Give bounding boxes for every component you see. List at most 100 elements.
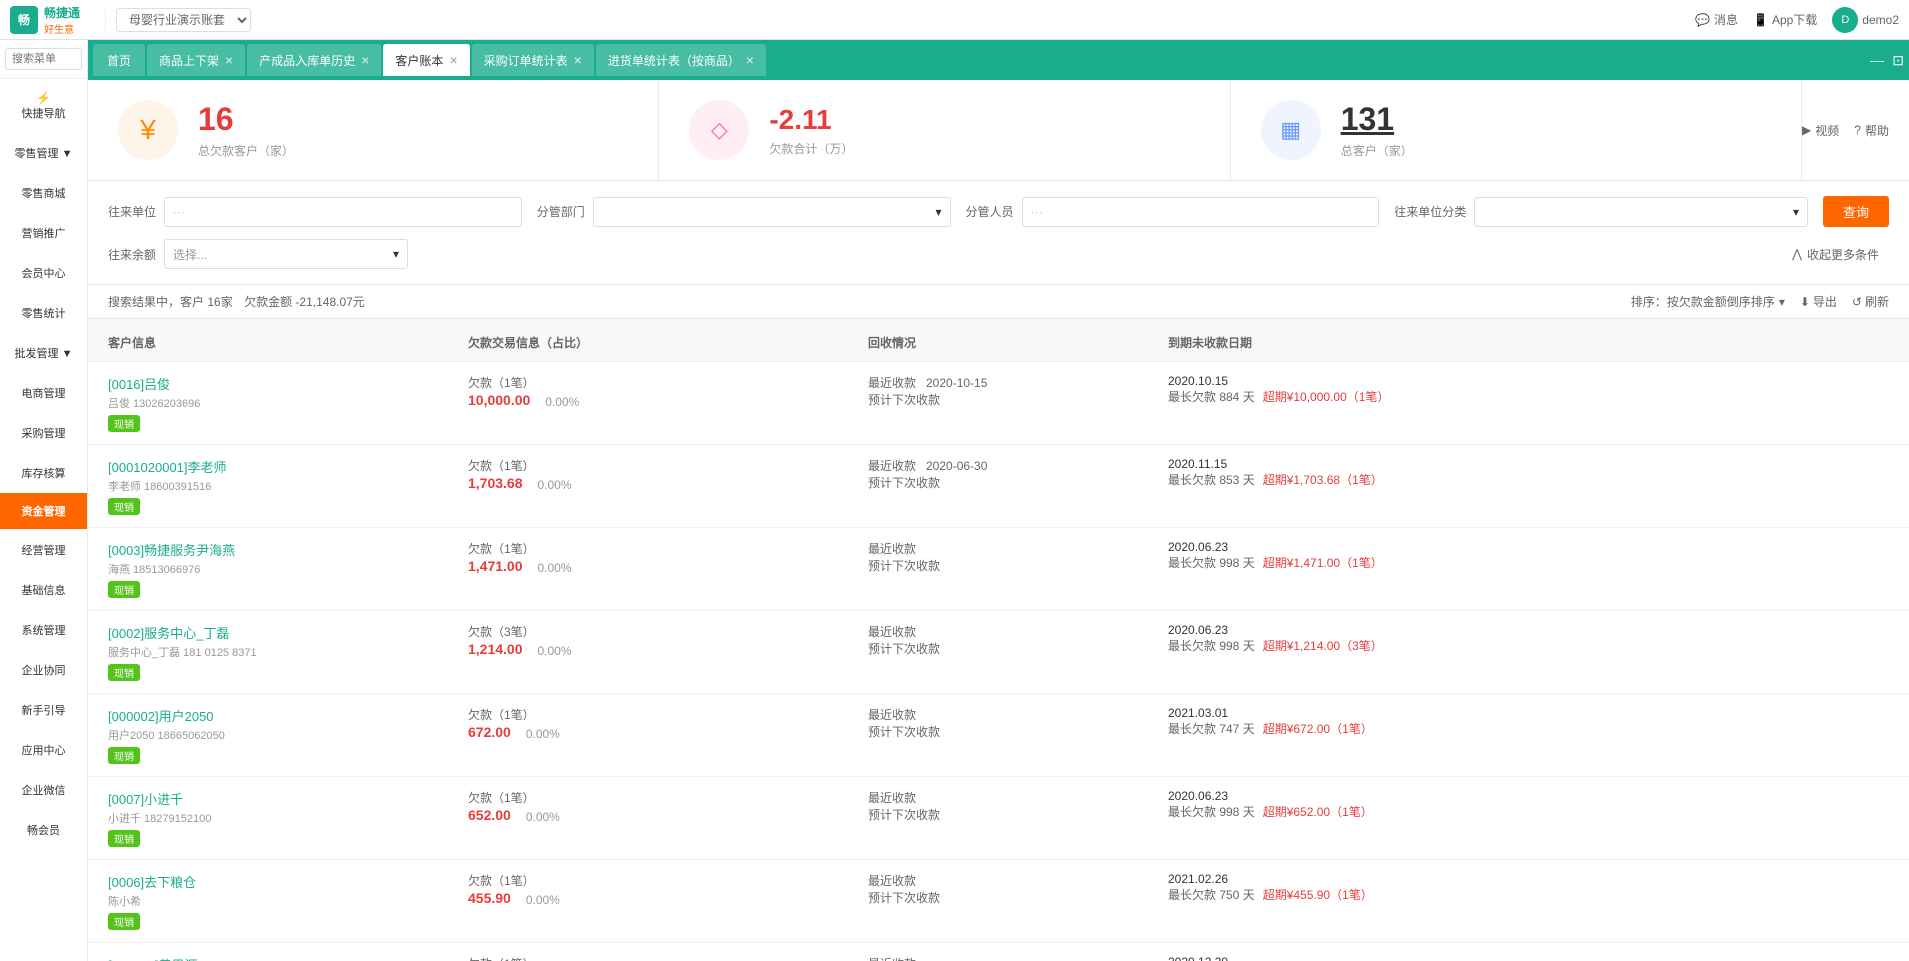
app-download-btn[interactable]: 📱 App下载 xyxy=(1753,11,1817,28)
view-btn[interactable]: ▶ 视频 xyxy=(1802,122,1839,139)
sidebar-item-batch-mgmt[interactable]: 批发管理 ▼ xyxy=(0,333,87,373)
overdue-link-4[interactable]: 超期¥1,214.00（3笔） xyxy=(1263,637,1383,654)
minimize-icon[interactable]: — xyxy=(1870,52,1884,68)
tab-bar: 首页 商品上下架 × 产成品入库单历史 × 客户账本 × 采购订单统计表 × xyxy=(88,40,1909,80)
company-selector[interactable]: 母婴行业演示账套 xyxy=(116,8,251,32)
payment-cell-3: 最近收款 预计下次收款 xyxy=(868,540,1168,598)
top-bar: 畅 畅捷通 好生意 母婴行业演示账套 💬 消息 📱 App下载 D demo2 xyxy=(0,0,1909,40)
col-debt-info: 欠款交易信息（占比） xyxy=(468,334,868,351)
sidebar-item-enterprise[interactable]: 企业协同 xyxy=(0,650,87,690)
stat-icon-debt: ¥ xyxy=(118,100,178,160)
due-cell-5: 2021.03.01 最长欠款 747 天 超期¥672.00（1笔） xyxy=(1168,706,1889,764)
top-bar-right: 💬 消息 📱 App下载 D demo2 xyxy=(1695,7,1899,33)
sidebar-item-retail-mgmt[interactable]: 零售管理 ▼ xyxy=(0,133,87,173)
filter-row-1: 往来单位 ··· 分管部门 ▾ xyxy=(108,196,1889,227)
tab-purchase-order[interactable]: 采购订单统计表 × xyxy=(472,44,594,76)
result-actions: 排序：按欠款金额倒序排序 ▾ ⬇ 导出 ↺ 刷新 xyxy=(1631,293,1889,310)
customer-link-7[interactable]: [0006]去下粮仓 xyxy=(108,875,196,890)
sidebar-item-newguide[interactable]: 新手引导 xyxy=(0,690,87,730)
maximize-icon[interactable]: ⊡ xyxy=(1892,52,1904,69)
sidebar-search-input[interactable] xyxy=(5,48,82,70)
debt-cell-3: 欠款（1笔） 1,471.00 0.00% xyxy=(468,540,868,598)
overdue-link-5[interactable]: 超期¥672.00（1笔） xyxy=(1263,720,1373,737)
export-btn[interactable]: ⬇ 导出 xyxy=(1800,293,1837,310)
customer-link-5[interactable]: [000002]用户2050 xyxy=(108,709,214,724)
dept-select[interactable]: ▾ xyxy=(593,197,951,227)
sidebar-item-basic[interactable]: 基础信息 xyxy=(0,570,87,610)
customer-phone-7: 陈小希 xyxy=(108,893,468,909)
sidebar-item-member[interactable]: 会员中心 xyxy=(0,253,87,293)
message-btn[interactable]: 💬 消息 xyxy=(1695,11,1738,28)
sidebar-item-business[interactable]: 经营管理 xyxy=(0,530,87,570)
app-sub: 好生意 xyxy=(44,21,80,36)
tab-bar-actions: — ⊡ xyxy=(1870,52,1904,69)
balance-select[interactable]: 选择... ▾ xyxy=(164,239,408,269)
overdue-link-3[interactable]: 超期¥1,471.00（1笔） xyxy=(1263,554,1383,571)
tab-close-purchase-stats[interactable]: × xyxy=(746,52,754,68)
debt-cell-5: 欠款（1笔） 672.00 0.00% xyxy=(468,706,868,764)
refresh-btn[interactable]: ↺ 刷新 xyxy=(1852,293,1889,310)
from-unit-label: 往来单位 xyxy=(108,203,156,220)
view-icon: ▶ xyxy=(1802,123,1811,137)
table-row: [0001020001]李老师 李老师 18600391516 现销 欠款（1笔… xyxy=(88,445,1909,528)
tab-close-product-listing[interactable]: × xyxy=(225,52,233,68)
customer-link-2[interactable]: [0001020001]李老师 xyxy=(108,460,227,475)
tab-product-listing[interactable]: 商品上下架 × xyxy=(147,44,245,76)
sidebar-item-retail-stats[interactable]: 零售统计 xyxy=(0,293,87,333)
sidebar-item-inventory[interactable]: 库存核算 xyxy=(0,453,87,493)
overdue-link-1[interactable]: 超期¥10,000.00（1笔） xyxy=(1263,388,1390,405)
stat-label-debt-customers: 总欠款客户（家） xyxy=(198,142,294,159)
payment-cell-4: 最近收款 预计下次收款 xyxy=(868,623,1168,681)
due-cell-1: 2020.10.15 最长欠款 884 天 超期¥10,000.00（1笔） xyxy=(1168,374,1889,432)
from-unit-input[interactable]: ··· xyxy=(164,197,522,227)
main-content: ¥ 16 总欠款客户（家） ◇ -2.11 欠款合计（万） xyxy=(88,80,1909,961)
sidebar-item-ecommerce[interactable]: 电商管理 xyxy=(0,373,87,413)
manager-input[interactable]: ··· xyxy=(1022,197,1380,227)
due-cell-4: 2020.06.23 最长欠款 998 天 超期¥1,214.00（3笔） xyxy=(1168,623,1889,681)
overdue-link-2[interactable]: 超期¥1,703.68（1笔） xyxy=(1263,471,1383,488)
help-btn[interactable]: ? 帮助 xyxy=(1854,122,1889,139)
sidebar-item-appcenter[interactable]: 应用中心 xyxy=(0,730,87,770)
sidebar-item-marketing[interactable]: 营销推广 xyxy=(0,213,87,253)
sidebar-item-quick-nav[interactable]: ⚡ 快捷导航 xyxy=(0,79,87,133)
tab-close-customer-account[interactable]: × xyxy=(449,52,457,68)
overdue-link-6[interactable]: 超期¥652.00（1笔） xyxy=(1263,803,1373,820)
sort-selector[interactable]: 排序：按欠款金额倒序排序 ▾ xyxy=(1631,293,1785,310)
filter-manager: 分管人员 ··· xyxy=(966,197,1380,227)
quick-nav-icon: ⚡ xyxy=(36,91,51,105)
tab-home[interactable]: 首页 xyxy=(93,44,145,76)
unit-category-select[interactable]: ▾ xyxy=(1474,197,1808,227)
collapse-btn[interactable]: ⋀ 收起更多条件 xyxy=(1782,242,1889,267)
tab-purchase-stats[interactable]: 进货单统计表（按商品） × xyxy=(596,44,766,76)
logo-icon: 畅 xyxy=(10,6,38,34)
sidebar-item-retail-store[interactable]: 零售商城 xyxy=(0,173,87,213)
sidebar-item-purchase[interactable]: 采购管理 xyxy=(0,413,87,453)
tab-close-purchase-order[interactable]: × xyxy=(574,52,582,68)
due-cell-6: 2020.06.23 最长欠款 998 天 超期¥652.00（1笔） xyxy=(1168,789,1889,847)
status-badge-1: 现销 xyxy=(108,415,140,432)
customer-link-3[interactable]: [0003]畅捷服务尹海燕 xyxy=(108,543,235,558)
customer-link-4[interactable]: [0002]服务中心_丁磊 xyxy=(108,626,229,641)
stat-actions: ▶ 视频 ? 帮助 xyxy=(1802,80,1909,180)
table-container: 客户信息 欠款交易信息（占比） 回收情况 到期未收款日期 [0016]吕俊 吕俊… xyxy=(88,324,1909,961)
customer-phone-1: 吕俊 13026203696 xyxy=(108,395,468,411)
sidebar-item-finance[interactable]: 资金管理 xyxy=(0,493,87,530)
logo-area: 畅 畅捷通 好生意 xyxy=(10,4,80,36)
tab-close-product-history[interactable]: × xyxy=(361,52,369,68)
message-icon: 💬 xyxy=(1695,13,1710,27)
result-info: 搜索结果中，客户 16家 欠款金额 -21,148.07元 xyxy=(108,293,365,310)
search-button[interactable]: 查询 xyxy=(1823,196,1889,227)
overdue-link-7[interactable]: 超期¥455.90（1笔） xyxy=(1263,886,1373,903)
tab-customer-account[interactable]: 客户账本 × xyxy=(383,44,469,76)
tab-product-history[interactable]: 产成品入库单历史 × xyxy=(247,44,381,76)
filter-dept: 分管部门 ▾ xyxy=(537,197,951,227)
table-row: [0002]服务中心_丁磊 服务中心_丁磊 181 0125 8371 现销 欠… xyxy=(88,611,1909,694)
table-row: [0007]小进千 小进千 18279152100 现销 欠款（1笔） 652.… xyxy=(88,777,1909,860)
sidebar-item-enterprise-wechat[interactable]: 企业微信 xyxy=(0,770,87,810)
stat-card-debt-total: ◇ -2.11 欠款合计（万） xyxy=(659,80,1230,180)
customer-link-6[interactable]: [0007]小进千 xyxy=(108,792,183,807)
customer-link-1[interactable]: [0016]吕俊 xyxy=(108,377,170,392)
sidebar-item-vip[interactable]: 畅会员 xyxy=(0,810,87,850)
user-profile[interactable]: D demo2 xyxy=(1832,7,1899,33)
sidebar-item-system[interactable]: 系统管理 xyxy=(0,610,87,650)
